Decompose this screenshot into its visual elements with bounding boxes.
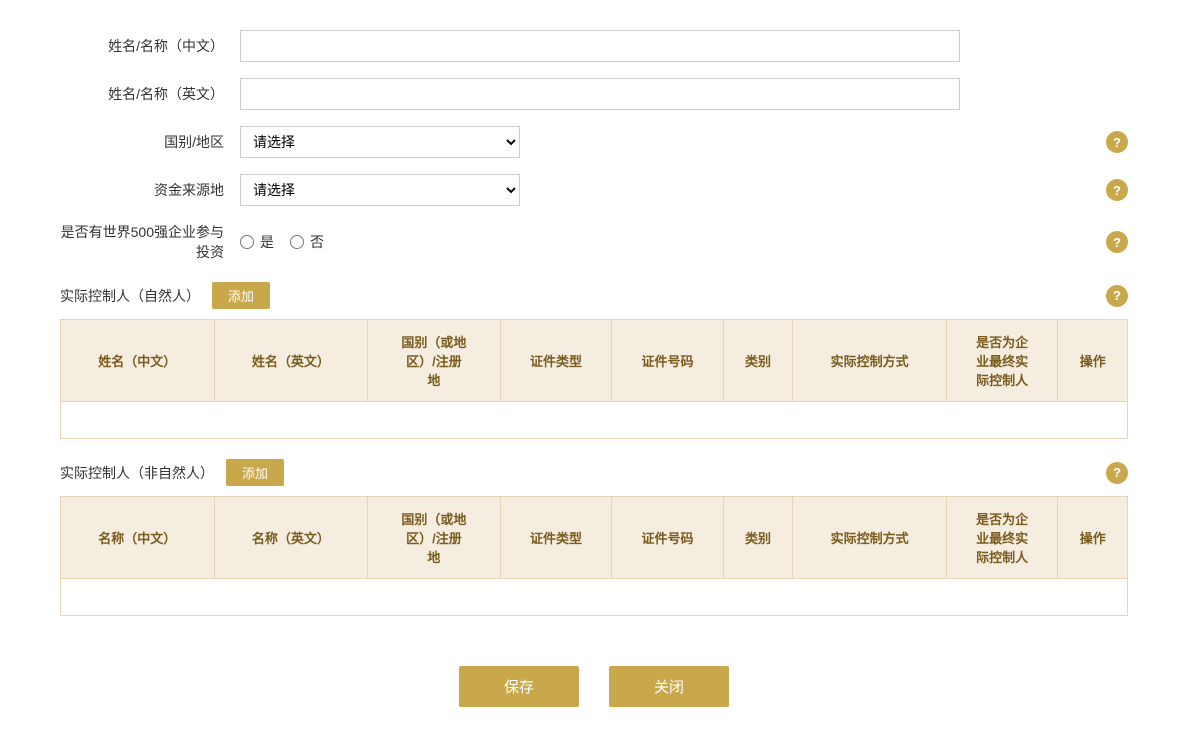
natural-person-title: 实际控制人（自然人） [60, 286, 200, 306]
name-cn-label: 姓名/名称（中文） [60, 36, 240, 56]
col-org-cert-no: 证件号码 [612, 497, 724, 579]
fortune500-yes-label: 是 [260, 232, 274, 252]
non-natural-person-empty-cell [61, 579, 1128, 616]
col-org-name-en: 名称（英文） [214, 497, 368, 579]
natural-person-empty-row [61, 402, 1128, 439]
col-country-reg: 国别（或地区）/注册地 [368, 320, 501, 402]
col-cert-type: 证件类型 [500, 320, 612, 402]
name-en-row: 姓名/名称（英文） [60, 78, 1128, 110]
name-en-label: 姓名/名称（英文） [60, 84, 240, 104]
natural-person-help-icon[interactable]: ? [1106, 285, 1128, 307]
non-natural-person-table: 名称（中文） 名称（英文） 国别（或地区）/注册地 证件类型 证件号码 类别 实… [60, 496, 1128, 616]
natural-person-add-button[interactable]: 添加 [212, 282, 270, 309]
col-org-country-reg: 国别（或地区）/注册地 [368, 497, 501, 579]
natural-person-header: 实际控制人（自然人） 添加 ? [60, 282, 1128, 309]
natural-person-table: 姓名（中文） 姓名（英文） 国别（或地区）/注册地 证件类型 证件号码 类别 实… [60, 319, 1128, 439]
non-natural-person-section: 实际控制人（非自然人） 添加 ? 名称（中文） 名称（英文） 国别（或地区）/注… [60, 459, 1128, 616]
non-natural-person-title: 实际控制人（非自然人） [60, 463, 214, 483]
footer-buttons: 保存 关闭 [60, 666, 1128, 707]
fund-source-label: 资金来源地 [60, 180, 240, 200]
fortune500-label: 是否有世界500强企业参与投资 [60, 222, 240, 262]
name-cn-input[interactable] [240, 30, 960, 62]
main-form: 姓名/名称（中文） 姓名/名称（英文） 国别/地区 请选择 ? 资金来源地 请选… [60, 30, 1128, 262]
save-button[interactable]: 保存 [459, 666, 579, 707]
natural-person-section: 实际控制人（自然人） 添加 ? 姓名（中文） 姓名（英文） 国别（或地区）/注册… [60, 282, 1128, 439]
fortune500-radio-group: 是 否 [240, 232, 324, 252]
fortune500-no-option[interactable]: 否 [290, 232, 324, 252]
name-cn-row: 姓名/名称（中文） [60, 30, 1128, 62]
country-label: 国别/地区 [60, 132, 240, 152]
fortune500-no-radio[interactable] [290, 235, 304, 249]
fortune500-row: 是否有世界500强企业参与投资 是 否 ? [60, 222, 1128, 262]
col-org-control-method: 实际控制方式 [793, 497, 947, 579]
fortune500-yes-option[interactable]: 是 [240, 232, 274, 252]
fortune500-yes-radio[interactable] [240, 235, 254, 249]
fund-source-select[interactable]: 请选择 [240, 174, 520, 206]
col-control-method: 实际控制方式 [793, 320, 947, 402]
col-cert-no: 证件号码 [612, 320, 724, 402]
col-name-cn: 姓名（中文） [61, 320, 215, 402]
col-category: 类别 [723, 320, 793, 402]
natural-person-empty-cell [61, 402, 1128, 439]
non-natural-person-help-icon[interactable]: ? [1106, 462, 1128, 484]
col-operation: 操作 [1058, 320, 1128, 402]
non-natural-person-table-header-row: 名称（中文） 名称（英文） 国别（或地区）/注册地 证件类型 证件号码 类别 实… [61, 497, 1128, 579]
fortune500-no-label: 否 [310, 232, 324, 252]
fund-source-help-icon[interactable]: ? [1106, 179, 1128, 201]
name-en-input[interactable] [240, 78, 960, 110]
fund-source-row: 资金来源地 请选择 ? [60, 174, 1128, 206]
non-natural-person-empty-row [61, 579, 1128, 616]
col-org-cert-type: 证件类型 [500, 497, 612, 579]
natural-person-table-header-row: 姓名（中文） 姓名（英文） 国别（或地区）/注册地 证件类型 证件号码 类别 实… [61, 320, 1128, 402]
col-org-operation: 操作 [1058, 497, 1128, 579]
col-org-category: 类别 [723, 497, 793, 579]
country-select[interactable]: 请选择 [240, 126, 520, 158]
col-name-en: 姓名（英文） [214, 320, 368, 402]
non-natural-person-add-button[interactable]: 添加 [226, 459, 284, 486]
col-is-final-controller: 是否为企业最终实际控制人 [946, 320, 1058, 402]
col-org-name-cn: 名称（中文） [61, 497, 215, 579]
fortune500-help-icon[interactable]: ? [1106, 231, 1128, 253]
non-natural-person-header: 实际控制人（非自然人） 添加 ? [60, 459, 1128, 486]
close-button[interactable]: 关闭 [609, 666, 729, 707]
country-row: 国别/地区 请选择 ? [60, 126, 1128, 158]
country-help-icon[interactable]: ? [1106, 131, 1128, 153]
col-org-is-final-controller: 是否为企业最终实际控制人 [946, 497, 1058, 579]
